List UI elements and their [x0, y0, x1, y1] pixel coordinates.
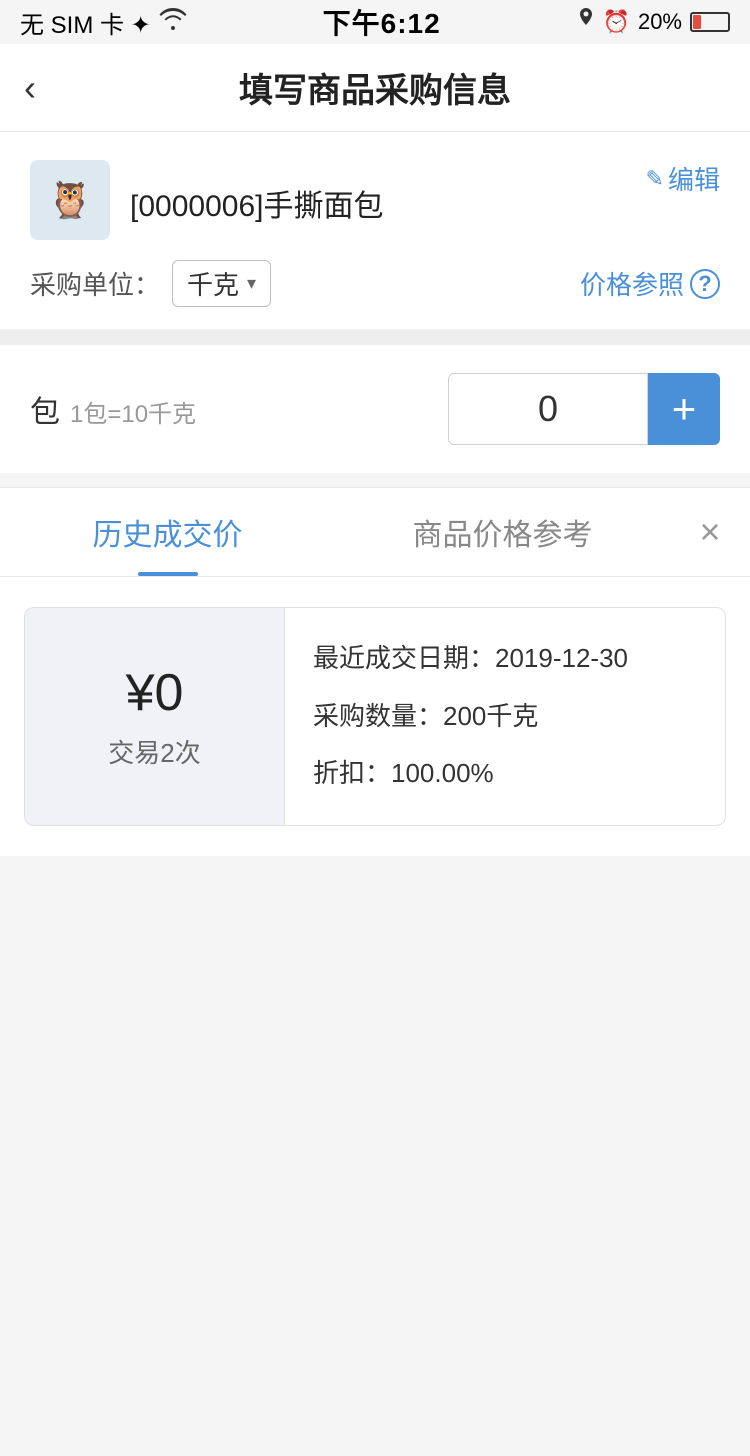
history-qty-row: 采购数量：200千克: [313, 696, 697, 738]
history-card: ¥0 交易2次 最近成交日期：2019-12-30 采购数量：200千克 折扣：…: [24, 607, 726, 826]
status-bar: 无 SIM 卡 ✦ 下午6:12 ⏰ 20%: [0, 0, 750, 44]
history-discount-row: 折扣：100.00%: [313, 753, 697, 795]
product-card: 🦉 [0000006]手撕面包 ✎ 编辑 采购单位： 千克 ▾ 价格参照 ?: [0, 132, 750, 329]
qty-input-group: +: [448, 373, 720, 445]
tabs-header: 历史成交价 商品价格参考 ×: [0, 488, 750, 577]
section-divider: [0, 329, 750, 345]
status-left: 无 SIM 卡 ✦: [20, 5, 187, 40]
wifi-icon: [159, 8, 187, 37]
history-date-row: 最近成交日期：2019-12-30: [313, 638, 697, 680]
tab-history-price[interactable]: 历史成交价: [0, 488, 335, 576]
battery-percent: 20%: [638, 9, 682, 35]
qty-input[interactable]: [448, 373, 648, 445]
history-content: ¥0 交易2次 最近成交日期：2019-12-30 采购数量：200千克 折扣：…: [0, 577, 750, 856]
product-logo-icon: 🦉: [48, 179, 93, 221]
unit-value: 千克: [187, 265, 239, 302]
unit-label: 采购单位：: [30, 265, 160, 302]
tabs-list: 历史成交价 商品价格参考: [0, 488, 670, 576]
status-right: ⏰ 20%: [577, 8, 730, 36]
status-time: 下午6:12: [323, 2, 441, 42]
tab-underline: [138, 572, 198, 576]
alarm-icon: ⏰: [603, 9, 630, 35]
tab-price-reference[interactable]: 商品价格参考: [335, 488, 670, 576]
history-card-right: 最近成交日期：2019-12-30 采购数量：200千克 折扣：100.00%: [285, 608, 725, 825]
price-ref-button[interactable]: 价格参照 ?: [580, 265, 720, 302]
sim-label: 无 SIM 卡 ✦: [20, 5, 151, 40]
history-price: ¥0: [126, 663, 184, 723]
back-button[interactable]: ‹: [24, 67, 36, 109]
product-left: 🦉 [0000006]手撕面包: [30, 160, 383, 240]
product-header: 🦉 [0000006]手撕面包 ✎ 编辑: [30, 160, 720, 240]
nav-bar: ‹ 填写商品采购信息: [0, 44, 750, 132]
history-trades: 交易2次: [108, 733, 200, 770]
price-ref-label: 价格参照: [580, 265, 684, 302]
history-card-left: ¥0 交易2次: [25, 608, 285, 825]
qty-conversion: 1包=10千克: [70, 394, 196, 429]
product-name: [0000006]手撕面包: [130, 175, 383, 225]
page-title: 填写商品采购信息: [239, 63, 511, 112]
tab-close-button[interactable]: ×: [670, 488, 750, 576]
dropdown-arrow-icon: ▾: [247, 273, 256, 294]
product-thumbnail: 🦉: [30, 160, 110, 240]
quantity-row: 包 1包=10千克 +: [0, 345, 750, 473]
qty-label: 包 1包=10千克: [30, 387, 196, 431]
qty-plus-button[interactable]: +: [648, 373, 720, 445]
edit-icon: ✎: [646, 166, 664, 192]
edit-button[interactable]: ✎ 编辑: [646, 160, 720, 197]
tabs-panel: 历史成交价 商品价格参考 × ¥0 交易2次 最近成交日期：2019-12-30…: [0, 487, 750, 856]
qty-unit: 包: [30, 387, 60, 431]
unit-dropdown[interactable]: 千克 ▾: [172, 260, 271, 307]
price-ref-help-icon: ?: [690, 269, 720, 299]
product-unit-row: 采购单位： 千克 ▾ 价格参照 ?: [30, 260, 720, 307]
battery-icon: [690, 12, 730, 32]
bottom-area: [0, 856, 750, 1456]
location-icon: [577, 8, 595, 36]
